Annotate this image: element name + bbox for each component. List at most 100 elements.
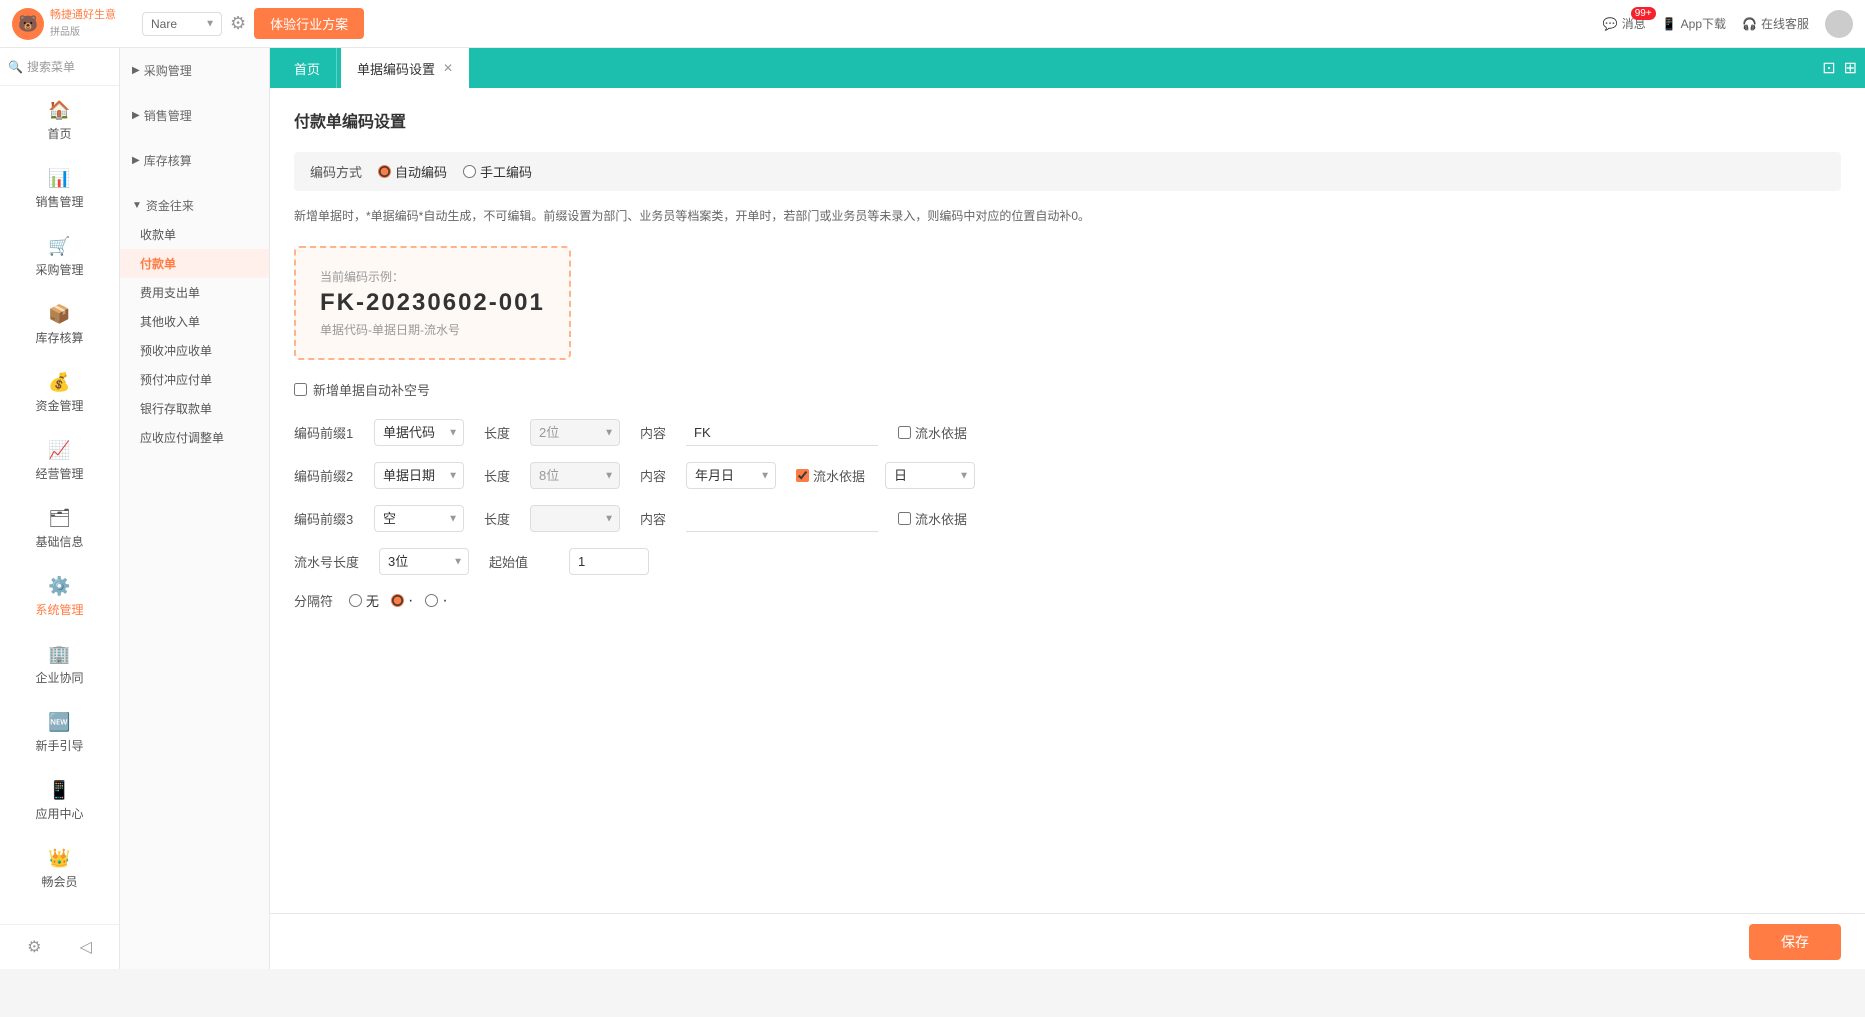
sidebar-search[interactable]: 🔍 搜索菜单: [0, 48, 119, 86]
sep-dot-option[interactable]: ·: [391, 592, 413, 610]
prefix-select-3[interactable]: 空: [374, 505, 464, 532]
start-value-input[interactable]: [569, 548, 649, 575]
sidebar-item-apps[interactable]: 📱 应用中心: [4, 768, 115, 834]
auto-fill-checkbox[interactable]: [294, 383, 307, 396]
sub-item-prepay-pay[interactable]: 预付冲应付单: [120, 365, 269, 394]
code-preview-desc: 单据代码-单据日期-流水号: [320, 321, 545, 338]
manual-encode-radio[interactable]: [463, 165, 476, 178]
length-select-wrapper-1: 2位: [530, 419, 620, 446]
top-bar-dropdown[interactable]: Nare ▼: [142, 12, 222, 36]
sub-item-ar-ap-adj[interactable]: 应收应付调整单: [120, 423, 269, 452]
length-select-wrapper-3: [530, 505, 620, 532]
sidebar-item-member[interactable]: 👑 畅会员: [4, 836, 115, 902]
tab-bar: 首页 单据编码设置 ✕ ⊡ ⊞: [270, 48, 1865, 88]
app-download-button[interactable]: 📱 App下载: [1662, 15, 1726, 32]
serial-length-select[interactable]: 3位: [379, 548, 469, 575]
chevron-right-icon-2: ▶: [132, 110, 140, 121]
gear-icon[interactable]: ⚙: [230, 13, 246, 34]
stream-checkbox-2: 流水依据: [796, 466, 865, 485]
sub-group-title-inventory[interactable]: ▶ 库存核算: [120, 146, 269, 175]
sep-dot2-radio[interactable]: [425, 594, 438, 607]
stream-check-3[interactable]: [898, 512, 911, 525]
sub-item-bank-deposit[interactable]: 银行存取款单: [120, 394, 269, 423]
start-value-label: 起始值: [489, 552, 549, 571]
sub-group-title-funds[interactable]: ▼ 资金往来: [120, 191, 269, 220]
tab-close-icon[interactable]: ✕: [443, 61, 453, 75]
sub-group-title-sales[interactable]: ▶ 销售管理: [120, 101, 269, 130]
trial-button[interactable]: 体验行业方案: [254, 8, 364, 39]
sub-item-other-income[interactable]: 其他收入单: [120, 307, 269, 336]
operations-icon: 📈: [48, 440, 70, 461]
stream-check-2[interactable]: [796, 469, 809, 482]
sub-item-payment[interactable]: 付款单: [120, 249, 269, 278]
maximize-icon[interactable]: ⊞: [1844, 58, 1857, 78]
code-preview: 当前编码示例： FK-20230602-001 单据代码-单据日期-流水号: [294, 246, 571, 360]
content-input-3: [686, 506, 878, 532]
stream-unit-select-2[interactable]: 日: [885, 462, 975, 489]
sidebar-item-guide[interactable]: 🆕 新手引导: [4, 700, 115, 766]
serial-row: 流水号长度 3位 起始值: [294, 548, 1841, 575]
finance-icon: 💰: [48, 372, 70, 393]
length-select-2[interactable]: 8位: [530, 462, 620, 489]
collapse-icon[interactable]: ◁: [80, 937, 92, 957]
top-bar-right: 💬 消息 99+ 📱 App下载 🎧 在线客服: [1603, 10, 1853, 38]
stream-unit-wrapper-2: 日: [885, 462, 975, 489]
user-avatar[interactable]: [1825, 10, 1853, 38]
save-button[interactable]: 保存: [1749, 924, 1841, 960]
serial-length-label: 流水号长度: [294, 552, 359, 571]
sep-dot2-option[interactable]: ·: [425, 592, 447, 610]
content-area: 付款单编码设置 编码方式 自动编码 手工编码 新增单据时，*单据编码*: [270, 88, 1865, 913]
prefix-select-1[interactable]: 单据代码: [374, 419, 464, 446]
content-select-2[interactable]: 年月日: [686, 462, 776, 489]
page-title: 付款单编码设置: [294, 108, 1841, 132]
stream-check-1[interactable]: [898, 426, 911, 439]
separator-label: 分隔符: [294, 591, 333, 610]
code-preview-title: 当前编码示例：: [320, 268, 545, 285]
logo-area: 🐻 畅捷通好生意 拼品版: [12, 8, 132, 40]
sidebar-item-finance[interactable]: 💰 资金管理: [4, 360, 115, 426]
prefix-select-wrapper-2: 单据日期: [374, 462, 464, 489]
minimize-icon[interactable]: ⊡: [1822, 58, 1835, 78]
tip-text: 新增单据时，*单据编码*自动生成，不可编辑。前缀设置为部门、业务员等档案类，开单…: [294, 207, 1841, 226]
sub-item-expense[interactable]: 费用支出单: [120, 278, 269, 307]
sidebar-item-purchase[interactable]: 🛒 采购管理: [4, 224, 115, 290]
message-button[interactable]: 💬 消息 99+: [1603, 15, 1646, 32]
length-select-3[interactable]: [530, 505, 620, 532]
settings-icon[interactable]: ⚙: [27, 937, 41, 957]
main-content: 首页 单据编码设置 ✕ ⊡ ⊞ 付款单编码设置 编码方式 自动编码: [270, 48, 1865, 969]
sidebar-item-inventory[interactable]: 📦 库存核算: [4, 292, 115, 358]
logo-sub: 拼品版: [50, 23, 116, 38]
stream-checkbox-3: 流水依据: [898, 509, 967, 528]
sub-group-title-purchase[interactable]: ▶ 采购管理: [120, 56, 269, 85]
sidebar-item-enterprise[interactable]: 🏢 企业协同: [4, 632, 115, 698]
sidebar-bottom: ⚙ ◁: [0, 924, 119, 969]
content-label-3: 内容: [640, 509, 666, 528]
tab-active[interactable]: 单据编码设置 ✕: [341, 48, 469, 88]
sub-group-funds: ▼ 资金往来 收款单 付款单 费用支出单 其他收入单 预收冲应收单 预付冲应付单…: [120, 183, 269, 460]
sub-item-receipt[interactable]: 收款单: [120, 220, 269, 249]
sub-item-prepay-receive[interactable]: 预收冲应收单: [120, 336, 269, 365]
sidebar-item-system[interactable]: ⚙️ 系统管理: [4, 564, 115, 630]
online-service-button[interactable]: 🎧 在线客服: [1742, 15, 1809, 32]
sub-sidebar: ▶ 采购管理 ▶ 销售管理 ▶ 库存核算 ▼ 资金往来 收款单 付款单 费用支出…: [120, 48, 270, 969]
tab-home[interactable]: 首页: [278, 48, 337, 88]
sep-dot-radio[interactable]: [391, 594, 404, 607]
sidebar-item-base[interactable]: 🗂 基础信息: [4, 496, 115, 562]
length-select-1[interactable]: 2位: [530, 419, 620, 446]
logo-text: 畅捷通好生意: [50, 9, 116, 22]
code-preview-value: FK-20230602-001: [320, 289, 545, 317]
sidebar-item-sales[interactable]: 📊 销售管理: [4, 156, 115, 222]
auto-encode-radio[interactable]: [378, 165, 391, 178]
stream-checkbox-1: 流水依据: [898, 423, 967, 442]
manual-encode-option[interactable]: 手工编码: [463, 162, 532, 181]
bottom-bar: 保存: [270, 913, 1865, 969]
app-icon: 📱: [1662, 17, 1677, 31]
message-icon: 💬: [1603, 17, 1618, 31]
sidebar-item-home[interactable]: 🏠 首页: [4, 88, 115, 154]
sidebar-item-operations[interactable]: 📈 经营管理: [4, 428, 115, 494]
prefix-select-2[interactable]: 单据日期: [374, 462, 464, 489]
sep-none-option[interactable]: 无: [349, 591, 379, 610]
sep-none-radio[interactable]: [349, 594, 362, 607]
auto-encode-option[interactable]: 自动编码: [378, 162, 447, 181]
encoding-method-label: 编码方式: [310, 162, 362, 181]
